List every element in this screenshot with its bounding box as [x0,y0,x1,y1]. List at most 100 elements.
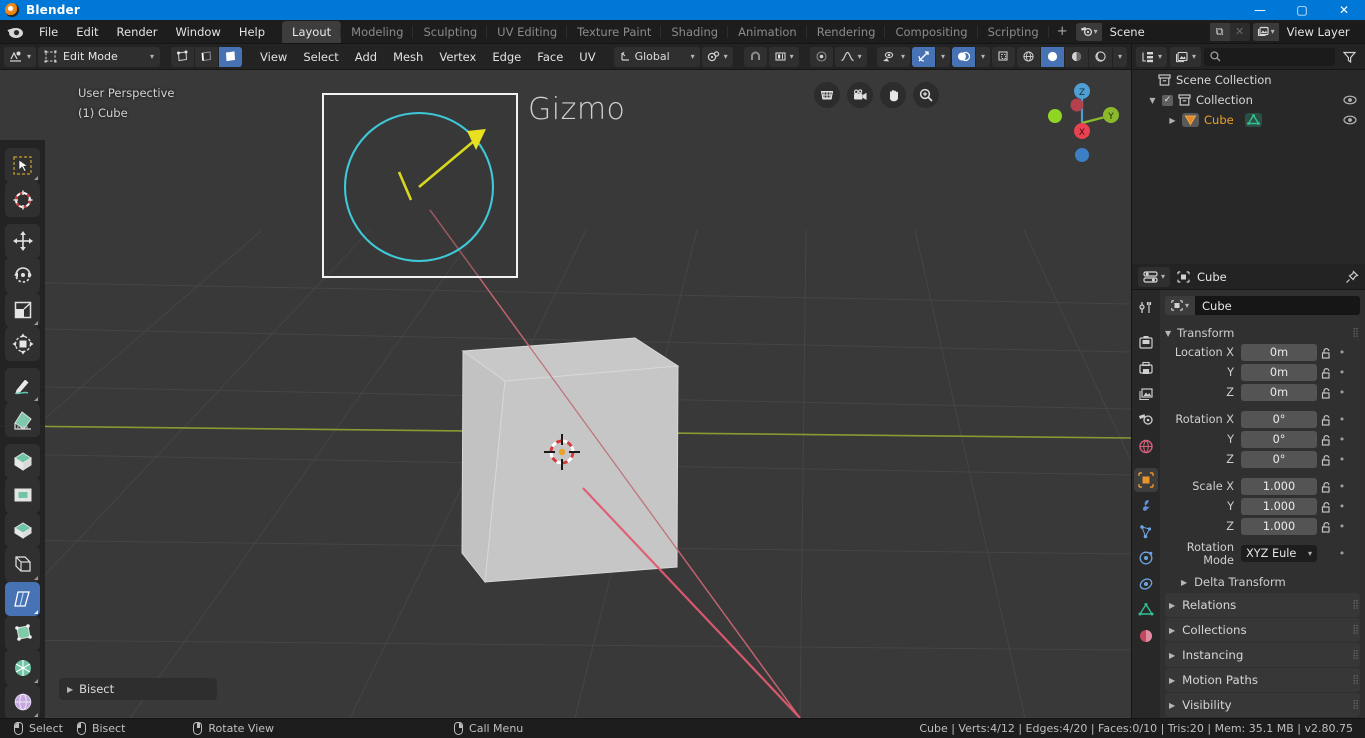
lock-rotation-x-icon[interactable] [1317,414,1335,426]
lock-location-z-icon[interactable] [1317,387,1335,399]
animate-rotation-mode-button[interactable]: • [1335,547,1349,560]
menu-help[interactable]: Help [230,22,274,42]
viewport-menu-face[interactable]: Face [530,47,570,67]
transform-tool[interactable] [5,326,40,362]
object-id-icon[interactable]: ▾ [1165,296,1195,315]
unlink-scene-button[interactable]: ✕ [1229,22,1250,41]
menu-window[interactable]: Window [166,22,229,42]
panel-relations[interactable]: ▶ Relations ⣿ [1165,593,1360,617]
toggle-orthographic-icon[interactable] [814,82,840,108]
scene-icon[interactable]: ▾ [1075,22,1102,41]
viewport-menu-select[interactable]: Select [296,47,345,67]
show-gizmo-button[interactable] [911,46,935,67]
new-scene-button[interactable]: ⧉ [1209,22,1230,41]
object-tab[interactable] [1134,468,1158,492]
snap-target-button[interactable]: ▾ [768,46,799,67]
object-name-field[interactable]: Cube [1195,296,1360,315]
scene-name-field[interactable]: Scene [1101,22,1210,41]
camera-view-icon[interactable] [847,82,873,108]
add-cube-tool[interactable] [5,443,40,479]
pin-icon[interactable] [1345,269,1359,284]
expand-icon[interactable]: ▶ [1181,578,1187,587]
overlays-dropdown-button[interactable]: ▾ [975,46,990,67]
animate-location-x-button[interactable]: • [1335,346,1349,359]
view-layer-name-field[interactable]: View Layer [1278,22,1365,41]
smooth-tool[interactable] [5,684,40,718]
lock-rotation-z-icon[interactable] [1317,454,1335,466]
minimize-button[interactable]: — [1239,0,1281,20]
render-tab[interactable] [1134,330,1158,354]
collection-visibility-eye-icon[interactable] [1343,95,1357,105]
outliner-display-mode-button[interactable]: ▾ [1170,46,1202,67]
lock-rotation-y-icon[interactable] [1317,434,1335,446]
view-layer-selector[interactable]: ▾ View Layer ⧉ ✕ [1252,22,1365,41]
expand-icon[interactable]: ▶ [1169,601,1175,610]
value-scale-y[interactable]: 1.000 [1241,498,1317,515]
animate-location-z-button[interactable]: • [1335,386,1349,399]
outliner-row-scene-collection[interactable]: Scene Collection [1132,70,1365,90]
object-data-tab[interactable] [1134,598,1158,622]
disclosure-triangle-icon[interactable]: ▶ [1168,116,1177,125]
collection-checkbox[interactable]: ✓ [1162,94,1173,106]
value-scale-x[interactable]: 1.000 [1241,478,1317,495]
proportional-falloff-button[interactable]: ▾ [834,46,867,67]
navigation-axis-gizmo[interactable]: Z Y X [1035,78,1121,164]
value-location-x[interactable]: 0m [1241,344,1317,361]
proportional-edit-button[interactable] [809,46,833,67]
animate-rotation-y-button[interactable]: • [1335,433,1349,446]
viewport-menu-vertex[interactable]: Vertex [432,47,483,67]
editor-type-button[interactable]: ▾ [4,46,37,67]
mode-selector[interactable]: Edit Mode ▾ [38,46,161,67]
rendered-shading-button[interactable] [1088,46,1112,67]
tab-layout[interactable]: Layout [282,20,342,43]
viewport-3d[interactable]: Gizmo User Perspective (1) Cube Z Y X ▶ … [0,70,1131,718]
viewport-menu-mesh[interactable]: Mesh [386,47,430,67]
viewport-menu-add[interactable]: Add [348,47,384,67]
tab-uv-editing[interactable]: UV Editing [487,21,568,43]
expand-icon[interactable]: ▶ [1169,651,1175,660]
transform-orientation-selector[interactable]: Global ▾ [613,46,700,67]
menu-file[interactable]: File [30,22,67,42]
transform-panel-header[interactable]: ▼ Transform ⣿ [1165,323,1360,343]
viewport-menu-view[interactable]: View [253,47,294,67]
zoom-view-icon[interactable] [913,82,939,108]
outliner-row-collection[interactable]: ▼ ✓ Collection [1132,90,1365,110]
maximize-button[interactable]: ▢ [1281,0,1323,20]
output-tab[interactable] [1134,356,1158,380]
scene-selector[interactable]: ▾ Scene ⧉ ✕ [1075,22,1250,41]
wireframe-shading-button[interactable] [1016,46,1040,67]
modifier-tab[interactable] [1134,494,1158,518]
value-rotation-y[interactable]: 0° [1241,431,1317,448]
scale-tool[interactable] [5,292,40,327]
expand-icon[interactable]: ▼ [1165,329,1171,338]
animate-scale-z-button[interactable]: • [1335,520,1349,533]
pivot-point-button[interactable]: ▾ [701,46,733,67]
view-layer-icon[interactable]: ▾ [1252,22,1279,41]
lock-location-x-icon[interactable] [1317,347,1335,359]
world-tab[interactable] [1134,434,1158,458]
viewport-menu-edge[interactable]: Edge [485,47,528,67]
measure-tool[interactable] [5,402,40,437]
gizmo-dropdown-button[interactable]: ▾ [935,46,950,67]
viewport-menu-uv[interactable]: UV [572,47,602,67]
lock-scale-y-icon[interactable] [1317,501,1335,513]
loop-cut-tool[interactable] [5,581,40,616]
tab-texture-paint[interactable]: Texture Paint [567,21,662,43]
value-scale-z[interactable]: 1.000 [1241,518,1317,535]
outliner-search-input[interactable] [1204,47,1335,66]
snap-magnet-button[interactable] [743,46,767,67]
vertex-select-icon[interactable] [171,46,195,67]
expand-icon[interactable]: ▶ [1169,626,1175,635]
animate-scale-x-button[interactable]: • [1335,480,1349,493]
tab-sculpting[interactable]: Sculpting [413,21,487,43]
value-rotation-z[interactable]: 0° [1241,451,1317,468]
tab-animation[interactable]: Animation [728,21,807,43]
blender-menu-icon[interactable] [7,24,24,40]
constraints-tab[interactable] [1134,572,1158,596]
properties-editor-type-button[interactable]: ▾ [1138,266,1171,287]
material-tab[interactable] [1134,624,1158,648]
object-visibility-button[interactable]: ▾ [876,46,910,67]
outliner-row-cube[interactable]: ▶ Cube [1132,110,1365,130]
outliner-filter-button[interactable] [1338,47,1361,67]
animate-rotation-z-button[interactable]: • [1335,453,1349,466]
